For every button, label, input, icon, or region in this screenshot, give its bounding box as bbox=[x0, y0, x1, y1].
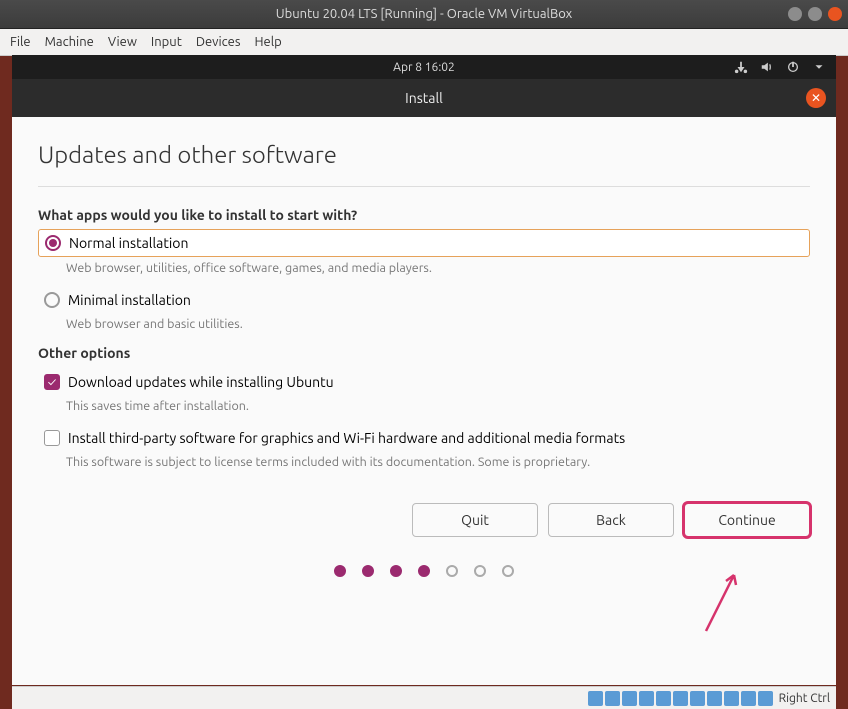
host-window-titlebar: Ubuntu 20.04 LTS [Running] - Oracle VM V… bbox=[0, 0, 848, 29]
checkbox-download-updates[interactable]: ✓ Download updates while installing Ubun… bbox=[38, 369, 810, 395]
hostkey-label: Right Ctrl bbox=[779, 692, 830, 705]
radio-minimal-installation[interactable]: Minimal installation bbox=[38, 287, 810, 313]
status-usb-icon[interactable] bbox=[656, 691, 671, 706]
button-bar: Quit Back Continue bbox=[38, 503, 810, 537]
chevron-down-icon[interactable] bbox=[812, 60, 826, 74]
menu-devices[interactable]: Devices bbox=[196, 35, 241, 49]
guest-topbar: Apr 8 16:02 bbox=[12, 55, 836, 79]
menu-view[interactable]: View bbox=[108, 35, 137, 49]
progress-dots bbox=[38, 565, 810, 577]
other-options-heading: Other options bbox=[38, 345, 810, 361]
volume-icon[interactable] bbox=[760, 60, 774, 74]
back-button[interactable]: Back bbox=[548, 503, 674, 537]
menu-file[interactable]: File bbox=[10, 35, 31, 49]
step-dot bbox=[474, 565, 486, 577]
menu-input[interactable]: Input bbox=[151, 35, 182, 49]
status-rec-icon[interactable] bbox=[707, 691, 722, 706]
installer-titlebar: Install ✕ bbox=[12, 79, 836, 117]
network-icon[interactable] bbox=[734, 60, 748, 74]
step-dot bbox=[418, 565, 430, 577]
status-net-icon[interactable] bbox=[639, 691, 654, 706]
step-dot bbox=[390, 565, 402, 577]
separator bbox=[38, 186, 810, 187]
radio-minimal-desc: Web browser and basic utilities. bbox=[66, 317, 810, 331]
maximize-icon[interactable] bbox=[808, 7, 822, 21]
menu-machine[interactable]: Machine bbox=[45, 35, 94, 49]
checkbox-third-party[interactable]: Install third-party software for graphic… bbox=[38, 425, 810, 451]
power-icon[interactable] bbox=[786, 60, 800, 74]
installer-close-button[interactable]: ✕ bbox=[806, 88, 826, 108]
status-mouse-icon[interactable] bbox=[741, 691, 756, 706]
guest-desktop: Apr 8 16:02 Install ✕ Updates and other … bbox=[12, 55, 836, 685]
page-title: Updates and other software bbox=[38, 141, 810, 168]
close-icon[interactable] bbox=[828, 7, 842, 21]
step-dot bbox=[362, 565, 374, 577]
host-statusbar: Right Ctrl bbox=[12, 686, 836, 709]
status-hdd-icon[interactable] bbox=[588, 691, 603, 706]
radio-label: Normal installation bbox=[69, 235, 188, 251]
installer-body: Updates and other software What apps wou… bbox=[12, 117, 836, 685]
radio-label: Minimal installation bbox=[68, 292, 191, 308]
status-indicators[interactable] bbox=[734, 60, 826, 74]
installer-window: Install ✕ Updates and other software Wha… bbox=[12, 79, 836, 685]
status-audio-icon[interactable] bbox=[622, 691, 637, 706]
checkbox-label: Download updates while installing Ubuntu bbox=[68, 374, 334, 390]
continue-button[interactable]: Continue bbox=[684, 503, 810, 537]
radio-icon bbox=[44, 292, 60, 308]
step-dot bbox=[446, 565, 458, 577]
install-type-question: What apps would you like to install to s… bbox=[38, 207, 810, 223]
status-cpu-icon[interactable] bbox=[724, 691, 739, 706]
host-window-title: Ubuntu 20.04 LTS [Running] - Oracle VM V… bbox=[276, 7, 573, 21]
checkbox-icon bbox=[44, 430, 60, 446]
step-dot bbox=[502, 565, 514, 577]
radio-icon bbox=[45, 235, 61, 251]
status-display-icon[interactable] bbox=[690, 691, 705, 706]
quit-button[interactable]: Quit bbox=[412, 503, 538, 537]
status-disc-icon[interactable] bbox=[605, 691, 620, 706]
status-shared-icon[interactable] bbox=[673, 691, 688, 706]
clock[interactable]: Apr 8 16:02 bbox=[393, 61, 455, 74]
step-dot bbox=[334, 565, 346, 577]
host-menubar: File Machine View Input Devices Help bbox=[0, 29, 848, 56]
checkbox-updates-desc: This saves time after installation. bbox=[66, 399, 810, 413]
installer-title: Install bbox=[405, 90, 443, 106]
status-key-icon[interactable] bbox=[758, 691, 773, 706]
host-window-controls bbox=[788, 7, 842, 21]
checkbox-label: Install third-party software for graphic… bbox=[68, 430, 625, 446]
menu-help[interactable]: Help bbox=[255, 35, 282, 49]
checkbox-thirdparty-desc: This software is subject to license term… bbox=[66, 455, 810, 469]
minimize-icon[interactable] bbox=[788, 7, 802, 21]
checkbox-icon: ✓ bbox=[44, 374, 60, 390]
radio-normal-installation[interactable]: Normal installation bbox=[38, 229, 810, 257]
radio-normal-desc: Web browser, utilities, office software,… bbox=[66, 261, 810, 275]
